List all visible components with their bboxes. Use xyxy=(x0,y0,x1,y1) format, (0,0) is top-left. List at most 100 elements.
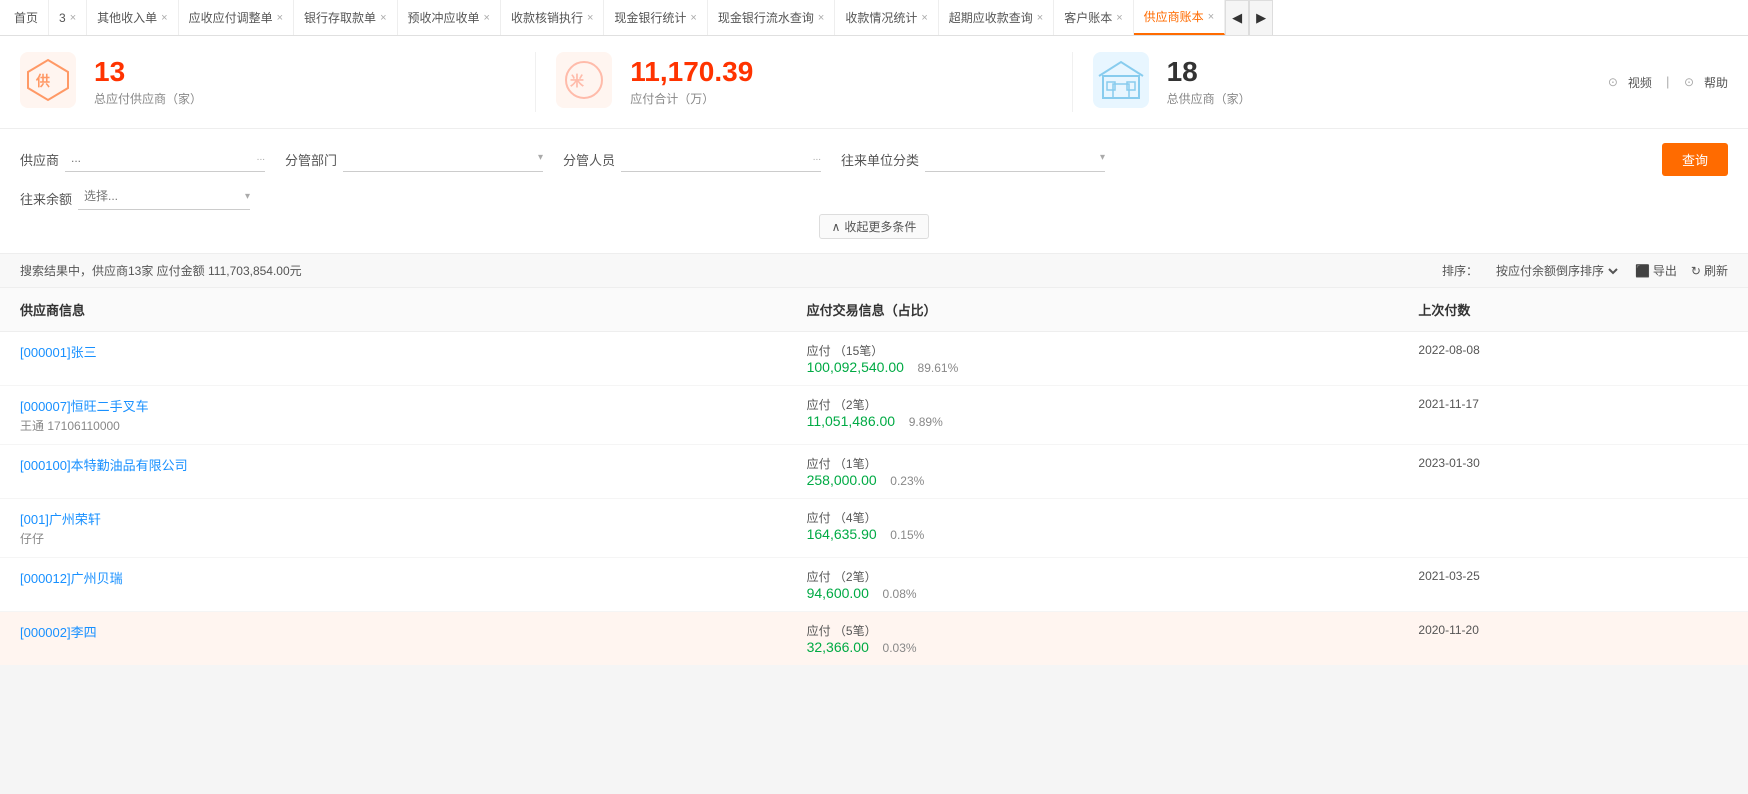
supplier-link[interactable]: [001]广州荣轩 xyxy=(20,512,101,527)
supplier-cell: [000012]广州贝瑞 xyxy=(0,558,787,612)
video-link[interactable]: 视频 xyxy=(1628,74,1652,91)
tx-amount-row: 94,600.00 0.08% xyxy=(807,585,1379,601)
collapse-button[interactable]: ∧ 收起更多条件 xyxy=(819,214,930,239)
table-row: [000012]广州贝瑞 应付 （2笔） 94,600.00 0.08% 202… xyxy=(0,558,1748,612)
collapse-bar: ∧ 收起更多条件 xyxy=(20,214,1728,239)
person-dropdown[interactable]: ... xyxy=(621,148,821,172)
nav-tab-bank-deposit[interactable]: 银行存取款单 × xyxy=(294,0,397,35)
nav-tab-overdue-ar[interactable]: 超期应收款查询 × xyxy=(939,0,1054,35)
nav-right-arrow[interactable]: ▶ xyxy=(1249,0,1273,36)
tx-amount[interactable]: 164,635.90 xyxy=(807,526,877,542)
chevron-down-icon: ▾ xyxy=(538,152,543,163)
nav-tab-ar-ap-adjust-label: 应收应付调整单 xyxy=(189,9,273,26)
circle-icon: ⊙ xyxy=(1608,75,1618,89)
nav-tab-3-label: 3 xyxy=(59,11,66,25)
nav-tab-other-income[interactable]: 其他收入单 × xyxy=(87,0,178,35)
close-icon[interactable]: × xyxy=(1208,11,1214,23)
nav-tab-customer-ledger[interactable]: 客户账本 × xyxy=(1054,0,1133,35)
nav-tab-home[interactable]: 首页 xyxy=(4,0,49,35)
supplier-dropdown[interactable]: ... xyxy=(65,148,265,172)
supplier-link[interactable]: [000002]李四 xyxy=(20,625,97,640)
filter-balance: 往来余额 ▾ xyxy=(20,186,250,210)
tx-amount-row: 258,000.00 0.23% xyxy=(807,472,1379,488)
close-icon[interactable]: × xyxy=(380,12,386,24)
query-button[interactable]: 查询 xyxy=(1662,143,1728,176)
close-icon[interactable]: × xyxy=(587,12,593,24)
supplier-link[interactable]: [000001]张三 xyxy=(20,345,97,360)
balance-dropdown[interactable]: ▾ xyxy=(78,186,250,210)
close-icon[interactable]: × xyxy=(921,12,927,24)
nav-tab-collection-exec[interactable]: 收款核销执行 × xyxy=(501,0,604,35)
tx-cell: 应付 （15笔） 100,092,540.00 89.61% xyxy=(787,332,1399,386)
supplier-filter-label: 供应商 xyxy=(20,150,59,169)
nav-tab-collection-exec-label: 收款核销执行 xyxy=(511,9,583,26)
last-date: 2020-11-20 xyxy=(1418,623,1479,637)
supplier-input[interactable] xyxy=(65,148,257,168)
refresh-button[interactable]: ↻ 刷新 xyxy=(1691,262,1728,279)
last-date: 2021-11-17 xyxy=(1418,397,1479,411)
tx-cell: 应付 （1笔） 258,000.00 0.23% xyxy=(787,445,1399,499)
last-date: 2023-01-30 xyxy=(1418,456,1479,470)
last-date-cell: 2023-01-30 xyxy=(1398,445,1748,499)
person-filter-label: 分管人员 xyxy=(563,150,615,169)
tx-amount[interactable]: 94,600.00 xyxy=(807,585,869,601)
close-icon[interactable]: × xyxy=(70,12,76,24)
data-table-container: 供应商信息 应付交易信息（占比） 上次付数 [000001]张三 应付 （15笔… xyxy=(0,288,1748,666)
category-input[interactable] xyxy=(925,148,1100,168)
nav-tab-cash-bank-query[interactable]: 现金银行流水查询 × xyxy=(708,0,835,35)
person-input[interactable] xyxy=(621,148,813,168)
supplier-link[interactable]: [000012]广州贝瑞 xyxy=(20,571,123,586)
supplier-link[interactable]: [000100]本特勤油品有限公司 xyxy=(20,458,188,473)
nav-left-arrow[interactable]: ◀ xyxy=(1225,0,1249,36)
refresh-icon: ↻ xyxy=(1691,264,1701,278)
close-icon[interactable]: × xyxy=(818,12,824,24)
nav-tab-ar-ap-adjust[interactable]: 应收应付调整单 × xyxy=(179,0,294,35)
close-icon[interactable]: × xyxy=(690,12,696,24)
nav-tab-collection-stat[interactable]: 收款情况统计 × xyxy=(835,0,938,35)
stat-card-ap-total: 米 11,170.39 应付合计（万） xyxy=(556,52,1072,112)
dept-filter-label: 分管部门 xyxy=(285,150,337,169)
category-filter-label: 往来单位分类 xyxy=(841,150,919,169)
chevron-up-icon: ∧ xyxy=(832,220,841,234)
ellipsis-icon: ... xyxy=(257,152,265,163)
category-dropdown[interactable]: ▾ xyxy=(925,148,1105,172)
result-bar: 搜索结果中，供应商13家 应付金额 111,703,854.00元 排序： 按应… xyxy=(0,254,1748,288)
close-icon[interactable]: × xyxy=(161,12,167,24)
nav-tab-prepay-ar-label: 预收冲应收单 xyxy=(408,9,480,26)
tx-amount[interactable]: 258,000.00 xyxy=(807,472,877,488)
nav-tab-overdue-ar-label: 超期应收款查询 xyxy=(949,9,1033,26)
nav-tab-prepay-ar[interactable]: 预收冲应收单 × xyxy=(398,0,501,35)
supplier-link[interactable]: [000007]恒旺二手叉车 xyxy=(20,399,149,414)
balance-filter-label: 往来余额 xyxy=(20,189,72,208)
close-icon[interactable]: × xyxy=(1116,12,1122,24)
stats-row: 供 13 总应付供应商（家） 米 11,170.39 应付合计（万） xyxy=(0,36,1748,129)
collapse-btn-label: 收起更多条件 xyxy=(844,218,916,235)
supplier-cell: [000100]本特勤油品有限公司 xyxy=(0,445,787,499)
tx-amount-row: 11,051,486.00 9.89% xyxy=(807,413,1379,429)
sort-select[interactable]: 按应付余额倒序排序 xyxy=(1492,263,1621,279)
suppliers-table: 供应商信息 应付交易信息（占比） 上次付数 [000001]张三 应付 （15笔… xyxy=(0,288,1748,666)
dept-dropdown[interactable]: ▾ xyxy=(343,148,543,172)
tx-amount[interactable]: 100,092,540.00 xyxy=(807,359,904,375)
nav-tab-cash-bank-stat-label: 现金银行统计 xyxy=(614,9,686,26)
supplier-cell: [000001]张三 xyxy=(0,332,787,386)
close-icon[interactable]: × xyxy=(484,12,490,24)
close-icon[interactable]: × xyxy=(277,12,283,24)
balance-input[interactable] xyxy=(78,186,245,206)
tx-amount[interactable]: 32,366.00 xyxy=(807,639,869,655)
wheat-icon: 米 xyxy=(556,52,616,112)
tx-amount[interactable]: 11,051,486.00 xyxy=(807,413,896,429)
nav-tab-3[interactable]: 3 × xyxy=(49,0,87,35)
last-date-cell: 2021-11-17 xyxy=(1398,386,1748,445)
export-button[interactable]: ⬛ 导出 xyxy=(1635,262,1677,279)
filter-row-1: 供应商 ... 分管部门 ▾ 分管人员 ... 往来单位分类 xyxy=(20,143,1728,176)
close-icon[interactable]: × xyxy=(1037,12,1043,24)
nav-tab-supplier-ledger[interactable]: 供应商账本 × xyxy=(1134,0,1225,35)
nav-tab-cash-bank-stat[interactable]: 现金银行统计 × xyxy=(604,0,707,35)
help-link[interactable]: 帮助 xyxy=(1704,74,1728,91)
supplier-cell: [000002]李四 xyxy=(0,612,787,666)
nav-tab-customer-ledger-label: 客户账本 xyxy=(1064,9,1112,26)
dept-input[interactable] xyxy=(343,148,538,168)
supplier-sub: 仔仔 xyxy=(20,530,767,547)
tx-percent: 89.61% xyxy=(918,361,959,375)
